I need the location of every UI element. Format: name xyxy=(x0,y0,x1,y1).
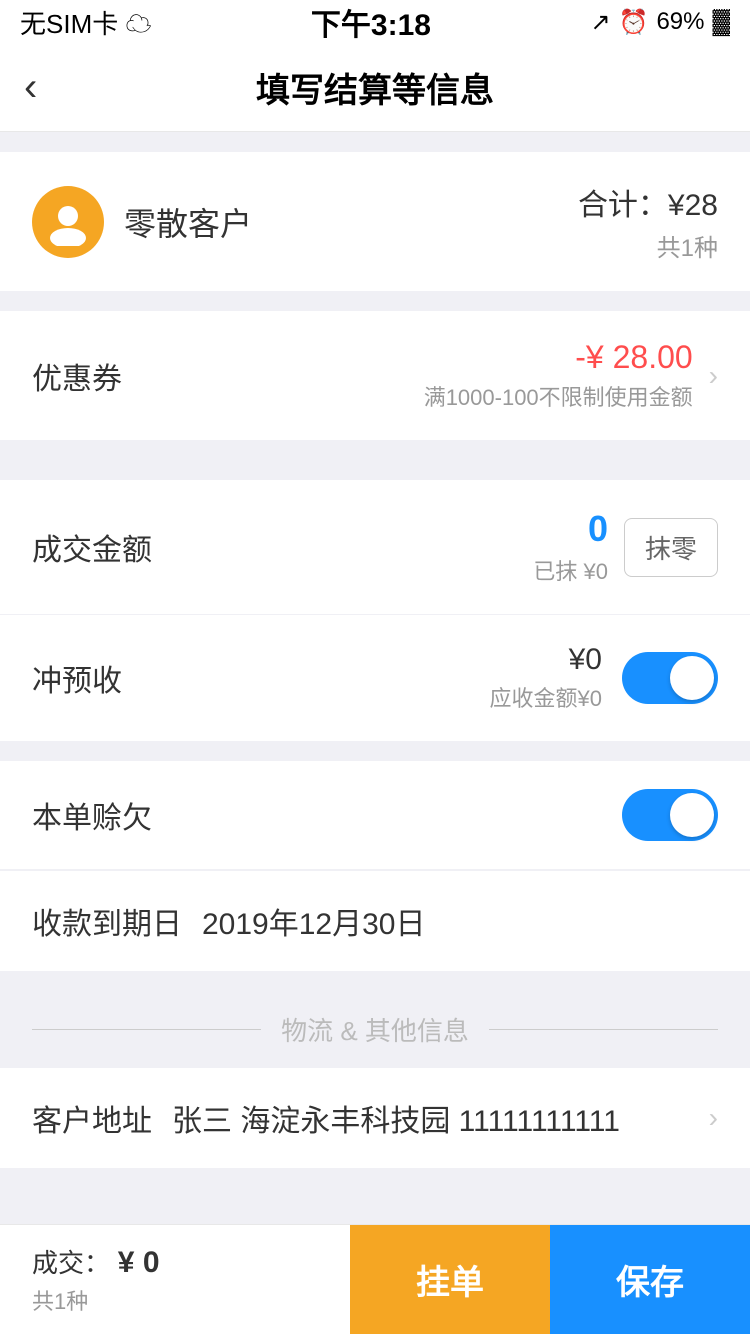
customer-card: 零散客户 合计：¥28 共1种 xyxy=(0,152,750,291)
divider-line-left xyxy=(32,1029,261,1030)
customer-right: 合计：¥28 共1种 xyxy=(578,180,718,263)
bottom-summary-line1: 成交： ¥ 0 xyxy=(32,1243,318,1280)
coupon-row[interactable]: 优惠券 -¥ 28.00 满1000-100不限制使用金额 › xyxy=(0,311,750,440)
precollect-sub-label: 应收金额¥0 xyxy=(490,681,602,713)
total-amount: 合计：¥28 xyxy=(578,180,718,224)
precollect-label: 冲预收 xyxy=(32,656,152,700)
divider-1 xyxy=(0,440,750,460)
page-title: 填写结算等信息 xyxy=(256,63,494,112)
due-date-value: 2019年12月30日 xyxy=(202,899,425,943)
debt-row: 本单赊欠 xyxy=(0,761,750,870)
coupon-sub: 满1000-100不限制使用金额 xyxy=(424,380,693,412)
coupon-section: 优惠券 -¥ 28.00 满1000-100不限制使用金额 › xyxy=(0,311,750,440)
debt-toggle-knob xyxy=(670,793,714,837)
address-section: 客户地址 张三 海淀永丰科技园 11111111111 › xyxy=(0,1068,750,1168)
nav-bar: ‹ 填写结算等信息 xyxy=(0,44,750,132)
avatar xyxy=(32,186,104,258)
logistics-label: 物流 & 其他信息 xyxy=(281,1011,469,1048)
divider-line-right xyxy=(489,1029,718,1030)
transaction-row: 成交金额 0 已抹 ¥0 抹零 xyxy=(0,480,750,615)
coupon-chevron-icon: › xyxy=(709,360,718,392)
bottom-summary-count: 共1种 xyxy=(32,1284,318,1316)
bottom-summary-label: 成交： xyxy=(32,1248,110,1278)
divider-2 xyxy=(0,741,750,761)
logistics-divider: 物流 & 其他信息 xyxy=(0,991,750,1068)
customer-left: 零散客户 xyxy=(32,186,252,258)
debt-section: 本单赊欠 收款到期日 2019年12月30日 xyxy=(0,761,750,971)
transaction-right: 0 已抹 ¥0 抹零 xyxy=(533,508,718,586)
coupon-value-block: -¥ 28.00 满1000-100不限制使用金额 xyxy=(424,339,693,412)
address-row[interactable]: 客户地址 张三 海淀永丰科技园 11111111111 › xyxy=(0,1068,750,1168)
transaction-label: 成交金额 xyxy=(32,525,152,569)
address-label: 客户地址 xyxy=(32,1096,152,1140)
status-right: ↗ ⏰ 69% ▓ xyxy=(590,8,730,37)
precollect-right: ¥0 应收金额¥0 xyxy=(490,643,718,713)
bottom-summary: 成交： ¥ 0 共1种 xyxy=(0,1243,350,1316)
coupon-amount: -¥ 28.00 xyxy=(424,339,693,376)
precollect-main-value: ¥0 xyxy=(490,643,602,677)
status-bar: 无SIM卡 ☁ 下午3:18 ↗ ⏰ 69% ▓ xyxy=(0,0,750,44)
precollect-values: ¥0 应收金额¥0 xyxy=(490,643,602,713)
debt-label: 本单赊欠 xyxy=(32,793,152,837)
status-time: 下午3:18 xyxy=(311,0,431,44)
due-date-label: 收款到期日 xyxy=(32,899,182,943)
transaction-section: 成交金额 0 已抹 ¥0 抹零 冲预收 ¥0 应收金额¥0 xyxy=(0,480,750,741)
save-button[interactable]: 保存 xyxy=(550,1225,750,1334)
alarm-icon: ⏰ xyxy=(619,8,649,37)
bottom-bar: 成交： ¥ 0 共1种 挂单 保存 xyxy=(0,1224,750,1334)
due-date-row[interactable]: 收款到期日 2019年12月30日 xyxy=(0,870,750,971)
customer-name: 零散客户 xyxy=(124,199,252,245)
address-left: 客户地址 张三 海淀永丰科技园 11111111111 xyxy=(32,1096,620,1140)
debt-toggle[interactable] xyxy=(622,789,718,841)
location-icon: ↗ xyxy=(590,8,610,37)
precollect-row: 冲预收 ¥0 应收金额¥0 xyxy=(0,615,750,741)
status-left: 无SIM卡 ☁ xyxy=(20,4,151,41)
battery-icon: ▓ xyxy=(712,8,730,36)
precollect-toggle[interactable] xyxy=(622,652,718,704)
battery-label: 69% xyxy=(656,8,704,36)
transaction-sub: 已抹 ¥0 xyxy=(533,554,608,586)
hold-button[interactable]: 挂单 xyxy=(350,1225,550,1334)
total-count: 共1种 xyxy=(578,228,718,263)
coupon-label: 优惠券 xyxy=(32,354,152,398)
round-zero-button[interactable]: 抹零 xyxy=(624,518,718,577)
address-value: 张三 海淀永丰科技园 11111111111 xyxy=(172,1096,620,1140)
bottom-summary-amount: ¥ 0 xyxy=(118,1246,160,1279)
transaction-value[interactable]: 0 xyxy=(533,508,608,550)
content-area: 零散客户 合计：¥28 共1种 优惠券 -¥ 28.00 满1000-100不限… xyxy=(0,132,750,1288)
coupon-right: -¥ 28.00 满1000-100不限制使用金额 › xyxy=(424,339,718,412)
toggle-knob xyxy=(670,656,714,700)
no-sim-label: 无SIM卡 ☁ xyxy=(20,4,151,41)
transaction-value-block: 0 已抹 ¥0 xyxy=(533,508,608,586)
back-button[interactable]: ‹ xyxy=(24,65,37,110)
address-chevron-icon: › xyxy=(709,1102,718,1134)
